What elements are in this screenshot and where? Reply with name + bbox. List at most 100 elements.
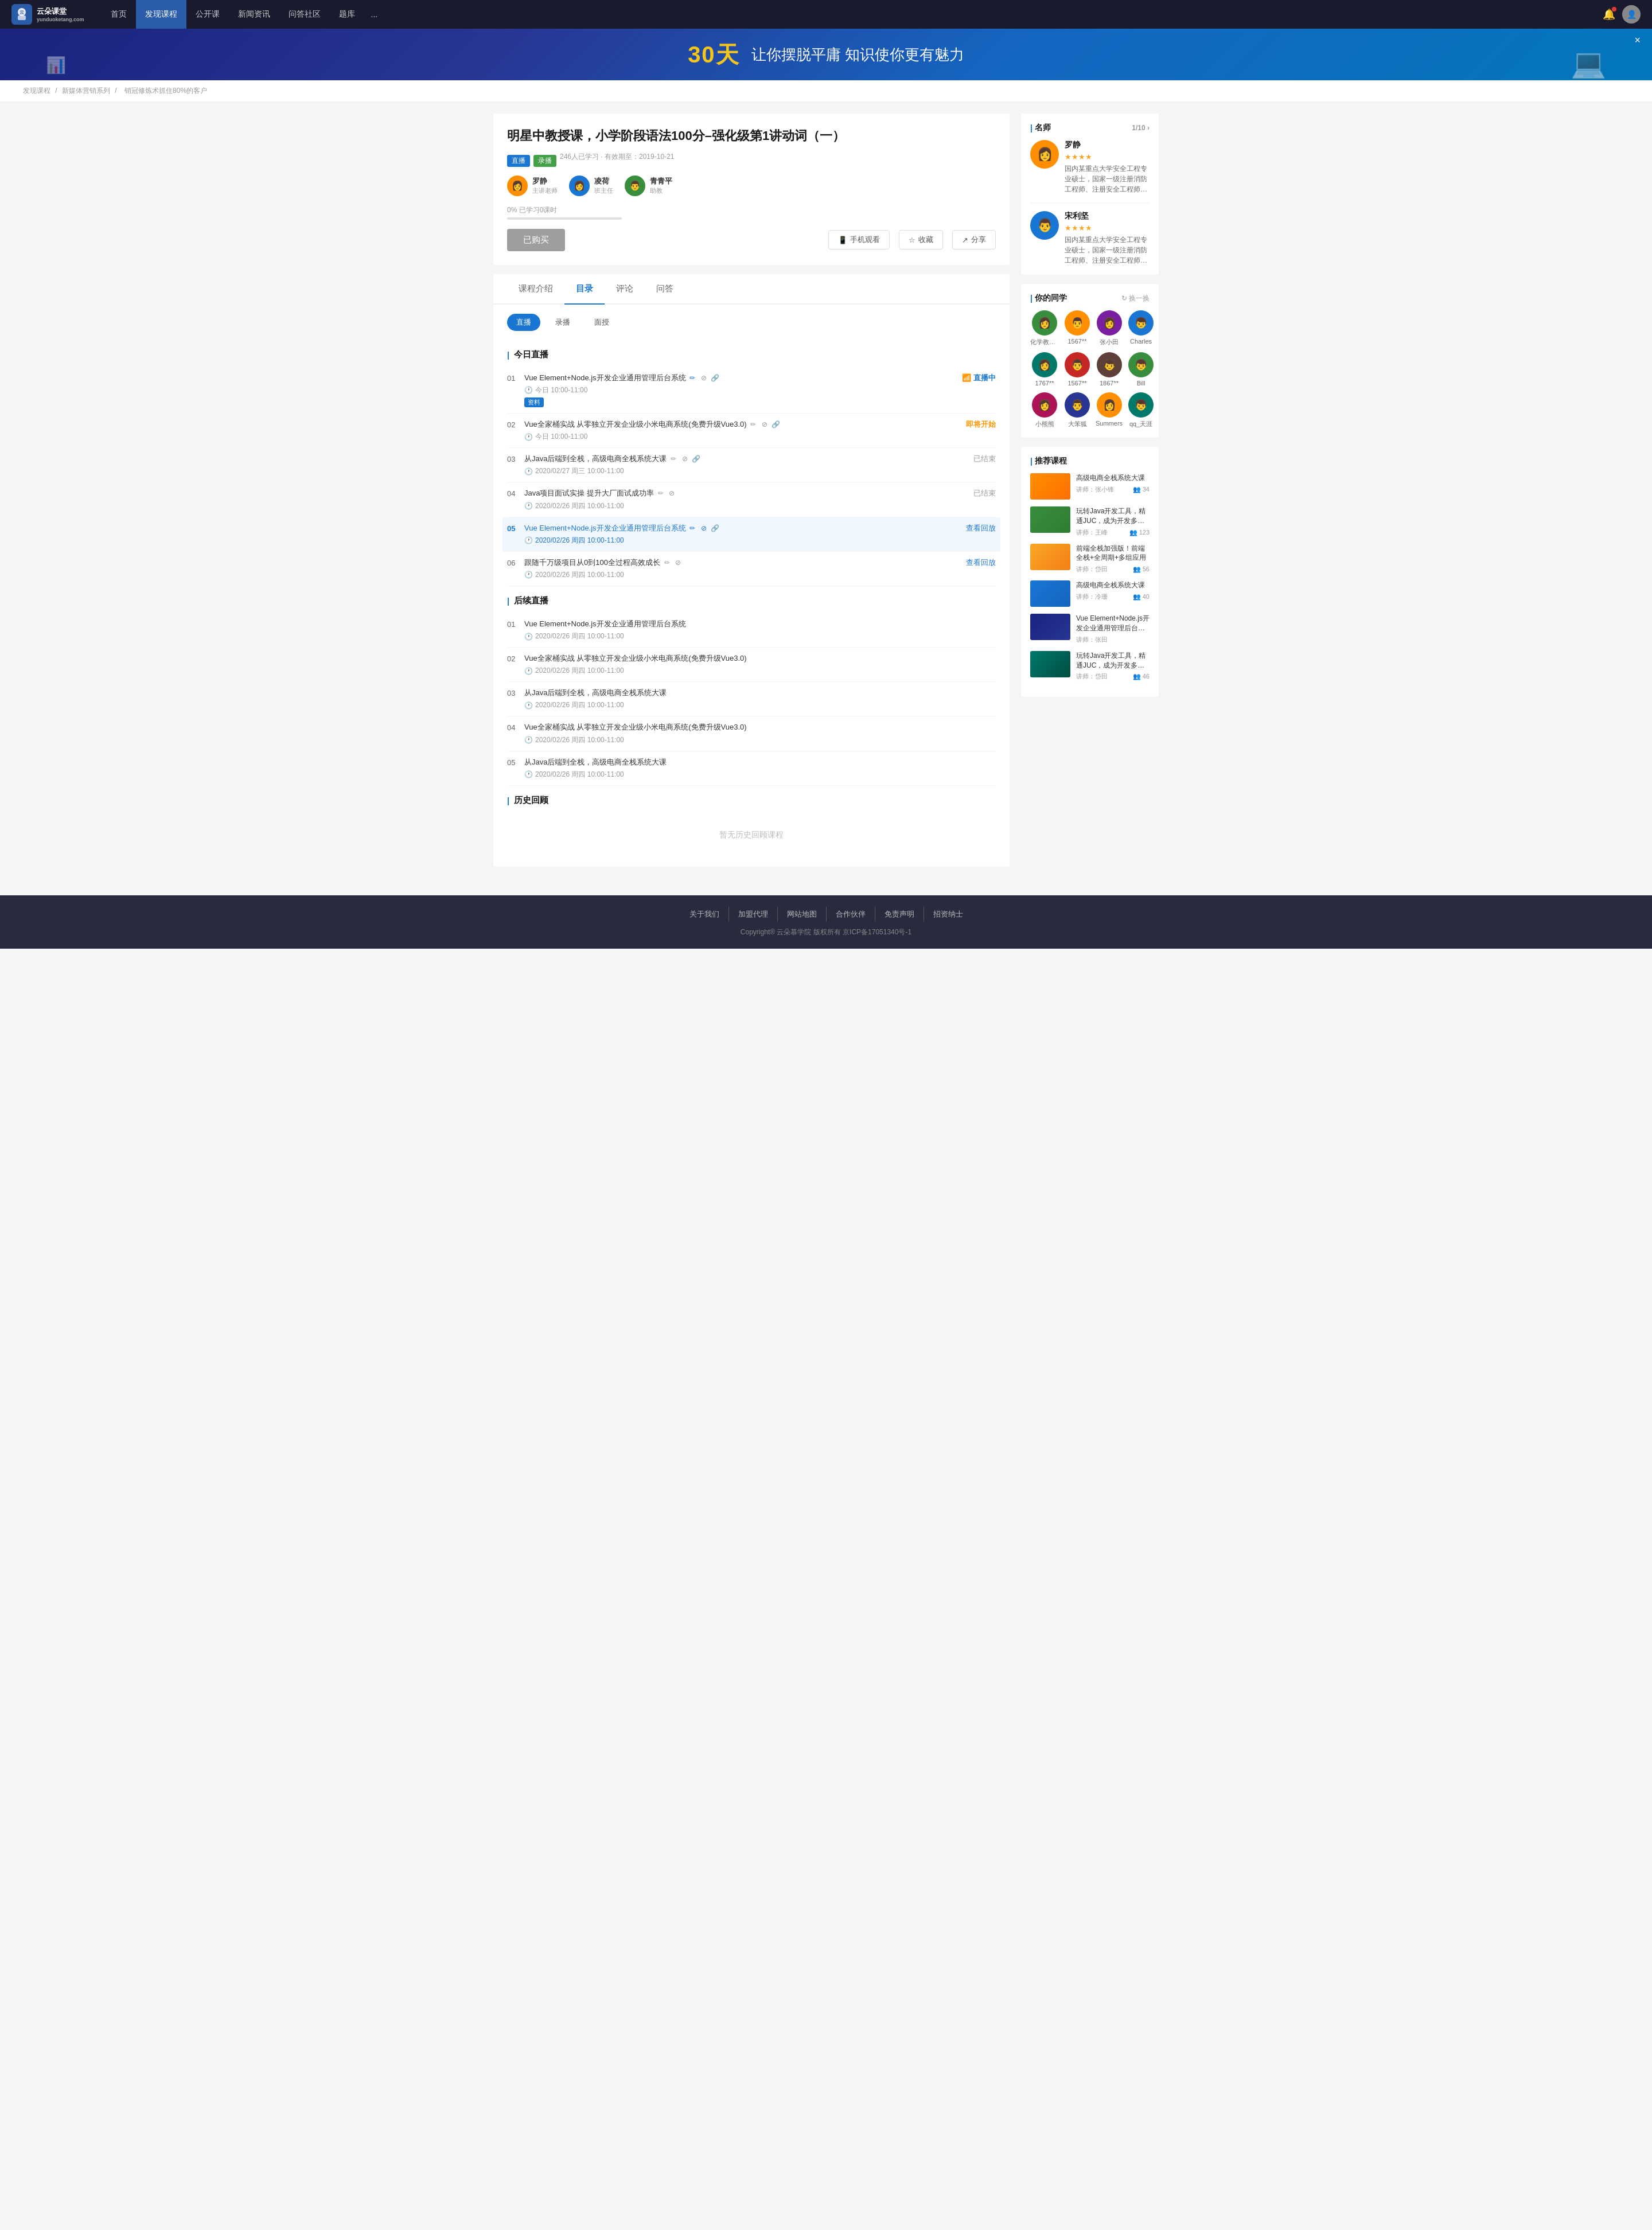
copy-icon-2[interactable]: ⊘	[760, 420, 769, 429]
ended-status-3: 已结束	[973, 454, 996, 464]
future-lesson-1: 01 Vue Element+Node.js开发企业通用管理后台系统 🕐 202…	[507, 613, 996, 648]
tab-catalog[interactable]: 目录	[564, 274, 605, 303]
classmate-10[interactable]: 👩 Summers	[1096, 392, 1123, 428]
collect-button[interactable]: ☆ 收藏	[899, 230, 943, 249]
logo-domain: yunduoketang.com	[37, 17, 84, 22]
footer-link-jobs[interactable]: 招资纳士	[924, 907, 972, 922]
link-icon-1[interactable]: 🔗	[710, 373, 719, 383]
classmate-6[interactable]: 👦 1867**	[1096, 352, 1123, 387]
footer-link-partner[interactable]: 合作伙伴	[827, 907, 875, 922]
classmate-5[interactable]: 👨 1567**	[1065, 352, 1090, 387]
footer-link-disclaimer[interactable]: 免责声明	[875, 907, 924, 922]
rec-meta-4: 讲师：张田	[1076, 636, 1150, 644]
future-num-4: 04	[507, 722, 524, 732]
breadcrumb-link-series[interactable]: 新媒体营销系列	[62, 87, 110, 95]
copy-icon-1[interactable]: ⊘	[699, 373, 708, 383]
mobile-view-button[interactable]: 📱 手机观看	[828, 230, 890, 249]
lesson-info-2: Vue全家桶实战 从零独立开发企业级小米电商系统(免费升级Vue3.0) ✏ ⊘…	[524, 419, 957, 442]
navbar: 云 云朵课堂 yunduoketang.com 首页 发现课程 公开课 新闻资讯…	[0, 0, 1652, 29]
rec-teacher-0: 讲师：张小锋	[1076, 485, 1114, 494]
rec-teacher-3: 讲师：冷珊	[1076, 592, 1108, 601]
classmate-name-11: qq_天涯	[1129, 420, 1152, 428]
footer-link-agent[interactable]: 加盟代理	[729, 907, 778, 922]
sidebar-teacher-desc-1: 国内某重点大学安全工程专业硕士，国家一级注册消防工程师、注册安全工程师、级注册建…	[1065, 235, 1150, 266]
rec-item-4[interactable]: Vue Element+Node.js开发企业通用管理后台系统 讲师：张田	[1030, 614, 1150, 644]
lesson-name-3: 从Java后端到全栈，高级电商全栈系统大课 ✏ ⊘ 🔗	[524, 454, 964, 464]
notification-bell[interactable]: 🔔	[1603, 8, 1615, 21]
link-icon-2[interactable]: 🔗	[772, 420, 781, 429]
sub-tab-replay[interactable]: 录播	[546, 314, 579, 331]
copy-icon-5[interactable]: ⊘	[699, 524, 708, 533]
lesson-item-today-4: 04 Java项目面试实操 提升大厂面试成功率 ✏ ⊘ 🕐 2020/02/26…	[507, 482, 996, 517]
banner-highlight: 30天	[688, 39, 740, 71]
footer-link-sitemap[interactable]: 网站地图	[778, 907, 827, 922]
classmate-8[interactable]: 👩 小熊熊	[1030, 392, 1059, 428]
link-icon-5[interactable]: 🔗	[710, 524, 719, 533]
future-num-1: 01	[507, 619, 524, 629]
nav-item-news[interactable]: 新闻资讯	[229, 0, 279, 29]
rec-count-1: 👥 123	[1129, 529, 1150, 536]
nav-item-home[interactable]: 首页	[102, 0, 136, 29]
copy-icon-6[interactable]: ⊘	[673, 558, 683, 567]
replay-status-6[interactable]: 查看回放	[966, 558, 996, 568]
footer-link-about[interactable]: 关于我们	[680, 907, 729, 922]
replay-status-5[interactable]: 查看回放	[966, 523, 996, 533]
section-history: 历史回顾	[507, 795, 996, 806]
rec-item-2[interactable]: 前端全栈加强版！前端全栈+全周期+多组应用 讲师：岱田 👥 56	[1030, 544, 1150, 574]
rec-item-0[interactable]: 高级电商全栈系统大课 讲师：张小锋 👥 34	[1030, 473, 1150, 500]
banner-close-btn[interactable]: ×	[1634, 34, 1641, 46]
nav-item-qa[interactable]: 问答社区	[279, 0, 330, 29]
nav-item-discover[interactable]: 发现课程	[136, 0, 186, 29]
tab-comments[interactable]: 评论	[605, 274, 645, 303]
classmate-2[interactable]: 👩 张小田	[1096, 310, 1123, 346]
live-bar-icon: 📶	[962, 373, 971, 382]
rec-item-3[interactable]: 高级电商全栈系统大课 讲师：冷珊 👥 40	[1030, 580, 1150, 607]
classmate-11[interactable]: 👦 qq_天涯	[1128, 392, 1154, 428]
nav-more-btn[interactable]: ...	[364, 0, 385, 29]
edit-icon-5[interactable]: ✏	[688, 524, 697, 533]
refresh-classmates-btn[interactable]: ↻ 换一换	[1121, 294, 1150, 303]
tab-qa[interactable]: 问答	[645, 274, 685, 303]
nav-item-problems[interactable]: 题库	[330, 0, 364, 29]
edit-icon-2[interactable]: ✏	[749, 420, 758, 429]
future-info-4: Vue全家桶实战 从零独立开发企业级小米电商系统(免费升级Vue3.0) 🕐 2…	[524, 722, 996, 744]
material-badge-1[interactable]: 资料	[524, 397, 544, 407]
rec-info-1: 玩转Java开发工具，精通JUC，成为开发多面手 讲师：王峰 👥 123	[1076, 506, 1150, 537]
classmate-3[interactable]: 👦 Charles	[1128, 310, 1154, 346]
edit-icon-4[interactable]: ✏	[656, 489, 665, 498]
user-avatar[interactable]: 👤	[1622, 5, 1641, 24]
teacher-info-0: 罗静 主讲老师	[532, 176, 558, 195]
sub-tab-class[interactable]: 面授	[585, 314, 618, 331]
lesson-name-1: Vue Element+Node.js开发企业通用管理后台系统 ✏ ⊘ 🔗	[524, 373, 953, 383]
breadcrumb-link-discover[interactable]: 发现课程	[23, 87, 50, 95]
teacher-info-1: 凌荷 班主任	[594, 176, 613, 195]
future-name-1: Vue Element+Node.js开发企业通用管理后台系统	[524, 619, 996, 629]
share-button[interactable]: ↗ 分享	[952, 230, 996, 249]
classmate-9[interactable]: 👨 大笨狐	[1065, 392, 1090, 428]
classmate-0[interactable]: 👩 化学教书...	[1030, 310, 1059, 346]
rec-item-1[interactable]: 玩转Java开发工具，精通JUC，成为开发多面手 讲师：王峰 👥 123	[1030, 506, 1150, 537]
teachers-nav-text: 1/10 ›	[1132, 124, 1150, 132]
teacher-avatar-0: 👩	[507, 176, 528, 196]
lesson-num-4: 04	[507, 488, 524, 498]
edit-icon-1[interactable]: ✏	[688, 373, 697, 383]
nav-item-open[interactable]: 公开课	[186, 0, 229, 29]
tab-intro[interactable]: 课程介绍	[507, 274, 564, 303]
rec-meta-3: 讲师：冷珊 👥 40	[1076, 592, 1150, 601]
rec-item-5[interactable]: 玩转Java开发工具，精通JUC，成为开发多面手 讲师：岱田 👥 46	[1030, 651, 1150, 681]
classmate-7[interactable]: 👦 Bill	[1128, 352, 1154, 387]
classmate-1[interactable]: 👨 1567**	[1065, 310, 1090, 346]
rec-teacher-4: 讲师：张田	[1076, 636, 1108, 644]
logo[interactable]: 云 云朵课堂 yunduoketang.com	[11, 4, 84, 25]
edit-icon-6[interactable]: ✏	[663, 558, 672, 567]
copy-icon-3[interactable]: ⊘	[680, 455, 689, 464]
sub-tab-live[interactable]: 直播	[507, 314, 540, 331]
copy-icon-4[interactable]: ⊘	[667, 489, 676, 498]
sidebar-teacher-1: 👨 宋利坚 ★★★★ 国内某重点大学安全工程专业硕士，国家一级注册消防工程师、注…	[1030, 211, 1150, 266]
classmate-4[interactable]: 👩 1767**	[1030, 352, 1059, 387]
teachers-nav[interactable]: 1/10 ›	[1132, 124, 1150, 132]
link-icon-3[interactable]: 🔗	[691, 455, 700, 464]
right-column: 名师 1/10 › 👩 罗静 ★★★★ 国内某重点大学安全工程专业硕士，国家一级…	[1021, 114, 1159, 867]
edit-icon-3[interactable]: ✏	[669, 455, 678, 464]
rec-thumb-0	[1030, 473, 1070, 500]
